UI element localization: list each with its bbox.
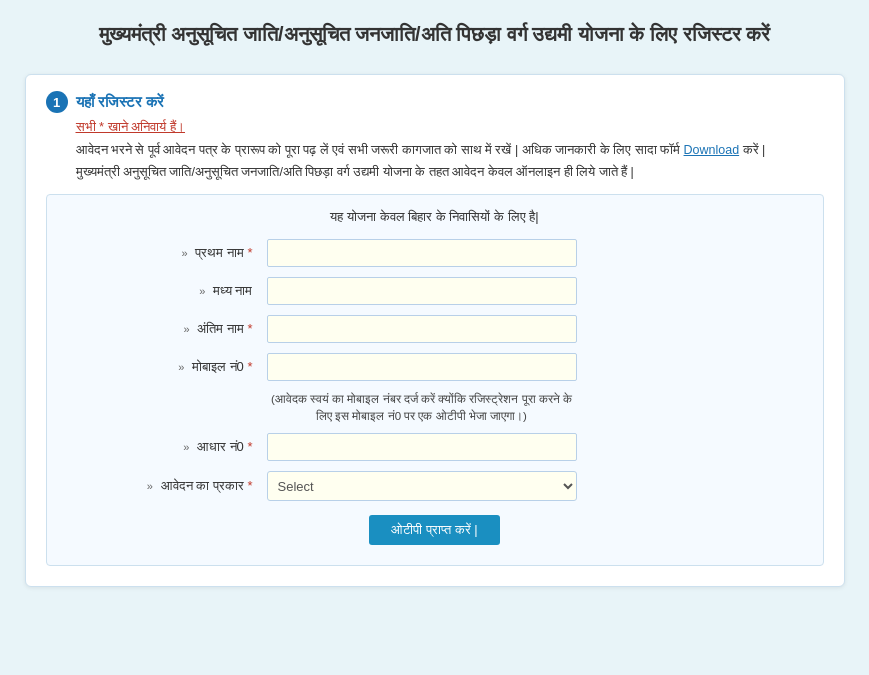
info-line2: मुख्यमंत्री अनुसूचित जाति/अनुसूचित जनजात… <box>76 163 824 182</box>
bihar-notice: यह योजना केवल बिहार के निवासियों के लिए … <box>67 209 803 225</box>
mobile-required: * <box>247 359 252 374</box>
first-name-input[interactable] <box>267 239 577 267</box>
last-name-label: » अंतिम नाम * <box>67 321 267 337</box>
step-badge: 1 <box>46 91 68 113</box>
info-line1: आवेदन भरने से पूर्व आवेदन पत्र के प्रारू… <box>76 141 824 160</box>
first-name-row: » प्रथम नाम * <box>67 239 803 267</box>
page-title: मुख्यमंत्री अनुसूचित जाति/अनुसूचित जनजात… <box>20 10 849 58</box>
aadhar-required: * <box>247 439 252 454</box>
mandatory-note: सभी * खाने अनिवार्य हैं। <box>76 119 824 135</box>
application-type-required: * <box>247 478 252 493</box>
otp-button[interactable]: ओटीपी प्राप्त करें | <box>369 515 499 545</box>
arrow-icon: » <box>178 361 184 373</box>
arrow-icon: » <box>183 441 189 453</box>
download-link[interactable]: Download <box>684 143 740 157</box>
inner-form-box: यह योजना केवल बिहार के निवासियों के लिए … <box>46 194 824 567</box>
aadhar-label: » आधार नं0 * <box>67 439 267 455</box>
section-title: यहाँ रजिस्टर करें <box>76 93 164 111</box>
arrow-icon: » <box>199 285 205 297</box>
mobile-note: (आवेदक स्वयं का मोबाइल नंबर दर्ज करें क्… <box>267 391 577 426</box>
middle-name-input[interactable] <box>267 277 577 305</box>
aadhar-row: » आधार नं0 * <box>67 433 803 461</box>
arrow-icon: » <box>181 247 187 259</box>
last-name-required: * <box>247 321 252 336</box>
mobile-input[interactable] <box>267 353 577 381</box>
main-card: 1 यहाँ रजिस्टर करें सभी * खाने अनिवार्य … <box>25 74 845 587</box>
last-name-input[interactable] <box>267 315 577 343</box>
last-name-row: » अंतिम नाम * <box>67 315 803 343</box>
otp-row: ओटीपी प्राप्त करें | <box>67 515 803 545</box>
mobile-label: » मोबाइल नं0 * <box>67 359 267 375</box>
middle-name-label: » मध्य नाम <box>67 283 267 299</box>
application-type-row: » आवेदन का प्रकार * Select SC ST EBC <box>67 471 803 501</box>
section-header: 1 यहाँ रजिस्टर करें <box>46 91 824 113</box>
application-type-select[interactable]: Select SC ST EBC <box>267 471 577 501</box>
mobile-row: » मोबाइल नं0 * <box>67 353 803 381</box>
aadhar-input[interactable] <box>267 433 577 461</box>
middle-name-row: » मध्य नाम <box>67 277 803 305</box>
mobile-note-row: (आवेदक स्वयं का मोबाइल नंबर दर्ज करें क्… <box>67 391 803 426</box>
first-name-required: * <box>247 245 252 260</box>
arrow-icon: » <box>183 323 189 335</box>
first-name-label: » प्रथम नाम * <box>67 245 267 261</box>
arrow-icon: » <box>147 480 153 492</box>
application-type-label: » आवेदन का प्रकार * <box>67 478 267 494</box>
